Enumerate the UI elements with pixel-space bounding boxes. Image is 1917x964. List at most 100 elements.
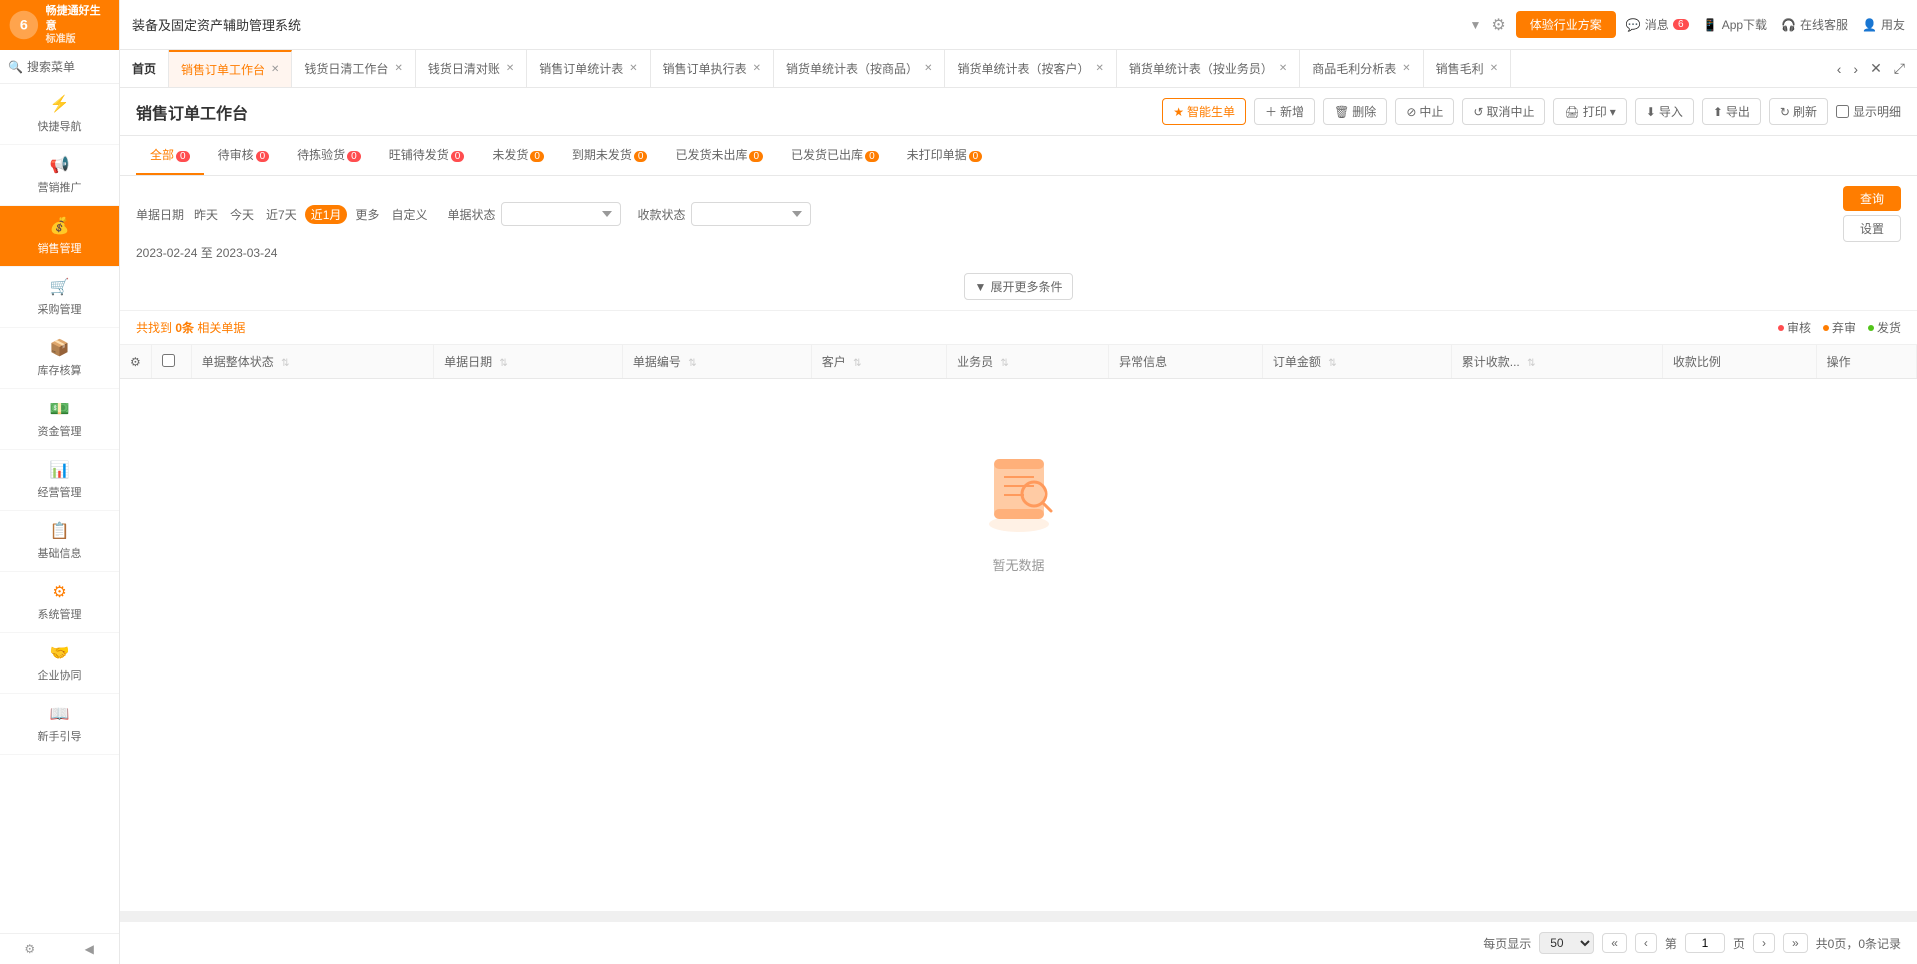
table-scroll[interactable]: ⚙ 单据整体状态 ⇅ 单据日期 ⇅ (120, 345, 1917, 911)
query-search-btn[interactable]: 查询 (1843, 186, 1901, 211)
sub-tab-pending-review[interactable]: 待审核0 (204, 136, 284, 175)
tab-prev-btn[interactable]: ‹ (1833, 59, 1846, 79)
last-page-btn[interactable]: » (1783, 933, 1808, 953)
tab-reconcile[interactable]: 钱货日清对账 ✕ (416, 50, 527, 88)
current-page-input[interactable] (1685, 933, 1725, 953)
sort-cumulative[interactable]: ⇅ (1527, 358, 1535, 369)
sub-tab-overdue-unshipped[interactable]: 到期未发货0 (558, 136, 662, 175)
sub-tab-wangpu-ship[interactable]: 旺铺待发货0 (375, 136, 479, 175)
sidebar-item-operations[interactable]: 📊 经营管理 (0, 450, 119, 511)
sort-doc-status[interactable]: ⇅ (281, 358, 289, 369)
tab-close-sales-exec[interactable]: ✕ (753, 63, 761, 74)
sub-tab-unshipped[interactable]: 未发货0 (478, 136, 558, 175)
first-page-btn[interactable]: « (1602, 933, 1627, 953)
import-btn[interactable]: ⬇ 导入 (1635, 98, 1694, 125)
export-btn[interactable]: ⬆ 导出 (1702, 98, 1761, 125)
industry-solution-btn[interactable]: 体验行业方案 (1516, 11, 1616, 38)
tab-close-by-staff[interactable]: ✕ (1279, 63, 1287, 74)
sort-salesperson[interactable]: ⇅ (1000, 358, 1008, 369)
tab-close-daily-clear[interactable]: ✕ (394, 63, 402, 74)
date-opt-more[interactable]: 更多 (351, 205, 383, 224)
ship-dot (1868, 325, 1874, 331)
sort-doc-no[interactable]: ⇅ (688, 358, 696, 369)
sub-tab-shipped-out[interactable]: 已发货已出库0 (777, 136, 893, 175)
sub-tab-pending-inspect[interactable]: 待拣验货0 (283, 136, 375, 175)
abandon-review-op-btn[interactable]: 弃审 (1823, 319, 1856, 336)
column-settings-icon[interactable]: ⚙ (130, 355, 141, 369)
tab-close-all-btn[interactable]: ✕ (1866, 58, 1886, 79)
sidebar-item-inventory[interactable]: 📦 库存核算 (0, 328, 119, 389)
date-opt-1month[interactable]: 近1月 (305, 205, 348, 224)
tab-close-by-product[interactable]: ✕ (924, 63, 932, 74)
sidebar-collapse-btn[interactable]: ◀ (60, 934, 120, 964)
date-opt-7days[interactable]: 近7天 (262, 205, 301, 224)
sort-customer[interactable]: ⇅ (853, 358, 861, 369)
main-content: 装备及固定资产辅助管理系统 ▼ ⚙ 体验行业方案 💬 消息 6 📱 App下载 … (120, 0, 1917, 964)
sidebar-settings-btn[interactable]: ⚙ (0, 934, 60, 964)
add-btn[interactable]: ＋ 新增 (1254, 98, 1315, 125)
next-page-btn[interactable]: › (1753, 933, 1775, 953)
date-opt-yesterday[interactable]: 昨天 (190, 205, 222, 224)
tab-next-btn[interactable]: › (1849, 59, 1862, 79)
date-opt-custom[interactable]: 自定义 (387, 205, 431, 224)
sub-tab-all[interactable]: 全部0 (136, 136, 204, 175)
app-download-btn[interactable]: 📱 App下载 (1703, 16, 1767, 33)
review-op-btn[interactable]: 审核 (1778, 319, 1811, 336)
sidebar-item-cooperation[interactable]: 🤝 企业协同 (0, 633, 119, 694)
sub-tab-unprinted[interactable]: 未打印单据0 (893, 136, 997, 175)
tab-close-margin[interactable]: ✕ (1402, 63, 1410, 74)
delete-btn[interactable]: 🗑 删除 (1323, 98, 1387, 125)
tab-close-reconcile[interactable]: ✕ (506, 63, 514, 74)
sidebar-item-marketing[interactable]: 📢 营销推广 (0, 145, 119, 206)
show-detail-checkbox[interactable] (1836, 105, 1849, 118)
tab-sales-exec[interactable]: 销售订单执行表 ✕ (651, 50, 774, 88)
prev-page-btn[interactable]: ‹ (1635, 933, 1657, 953)
expand-filter-btn[interactable]: ▼ 展开更多条件 (964, 273, 1074, 300)
sidebar-item-guide[interactable]: 📖 新手引导 (0, 694, 119, 755)
status-select[interactable] (501, 202, 621, 226)
tab-close-by-customer[interactable]: ✕ (1095, 63, 1103, 74)
tab-maximize-btn[interactable]: ⤢ (1890, 58, 1909, 79)
tab-sales-by-customer[interactable]: 销货单统计表（按客户） ✕ (945, 50, 1116, 88)
sidebar-item-purchase[interactable]: 🛒 采购管理 (0, 267, 119, 328)
sidebar-item-finance[interactable]: 💵 资金管理 (0, 389, 119, 450)
smart-create-btn[interactable]: ★ 智能生单 (1162, 98, 1246, 125)
print-btn[interactable]: 🖨 打印 ▾ (1553, 98, 1626, 125)
tab-sales-by-product[interactable]: 销货单统计表（按商品） ✕ (774, 50, 945, 88)
date-opt-today[interactable]: 今天 (226, 205, 258, 224)
th-abnormal: 异常信息 (1109, 345, 1263, 379)
sort-date[interactable]: ⇅ (499, 358, 507, 369)
page-size-select[interactable]: 10 20 50 100 (1539, 932, 1594, 954)
ship-op-btn[interactable]: 发货 (1868, 319, 1901, 336)
message-btn[interactable]: 💬 消息 6 (1626, 16, 1689, 33)
cancel-stop-btn[interactable]: ↺ 取消中止 (1462, 98, 1545, 125)
tab-close-sales-stats[interactable]: ✕ (629, 63, 637, 74)
query-settings-btn[interactable]: 设置 (1843, 215, 1901, 242)
dropdown-icon[interactable]: ▼ (1470, 18, 1482, 32)
tab-sales-workbench[interactable]: 销售订单工作台 ✕ (169, 50, 292, 88)
tab-daily-clear[interactable]: 钱货日清工作台 ✕ (292, 50, 415, 88)
tab-sales-stats[interactable]: 销售订单统计表 ✕ (527, 50, 650, 88)
refresh-btn[interactable]: ↻ 刷新 (1769, 98, 1828, 125)
tab-sales-by-staff[interactable]: 销货单统计表（按业务员） ✕ (1117, 50, 1300, 88)
user-menu-btn[interactable]: 👤 用友 (1862, 16, 1905, 33)
horizontal-scrollbar[interactable] (120, 911, 1917, 921)
page-content: 销售订单工作台 ★ 智能生单 ＋ 新增 🗑 删除 ⊘ 中止 (120, 88, 1917, 964)
online-service-btn[interactable]: 🎧 在线客服 (1781, 16, 1848, 33)
tab-sales-margin[interactable]: 销售毛利 ✕ (1424, 50, 1511, 88)
stop-btn[interactable]: ⊘ 中止 (1395, 98, 1454, 125)
select-all-checkbox[interactable] (162, 354, 175, 367)
sidebar-item-quick-nav[interactable]: ⚡ 快捷导航 (0, 84, 119, 145)
sidebar-item-basic-info[interactable]: 📋 基础信息 (0, 511, 119, 572)
tab-home[interactable]: 首页 (120, 50, 169, 88)
payment-select[interactable] (691, 202, 811, 226)
sidebar-item-sales[interactable]: 💰 销售管理 (0, 206, 119, 267)
sidebar-item-system[interactable]: ⚙ 系统管理 (0, 572, 119, 633)
sort-amount[interactable]: ⇅ (1328, 358, 1336, 369)
sub-tab-shipped-not-out[interactable]: 已发货未出库0 (661, 136, 777, 175)
tab-close-sales-workbench[interactable]: ✕ (271, 64, 279, 75)
tab-margin-analysis[interactable]: 商品毛利分析表 ✕ (1300, 50, 1423, 88)
topbar-settings-icon[interactable]: ⚙ (1491, 15, 1505, 35)
tab-close-sales-margin[interactable]: ✕ (1490, 63, 1498, 74)
sidebar-search-menu[interactable]: 🔍 搜索菜单 (0, 50, 119, 84)
